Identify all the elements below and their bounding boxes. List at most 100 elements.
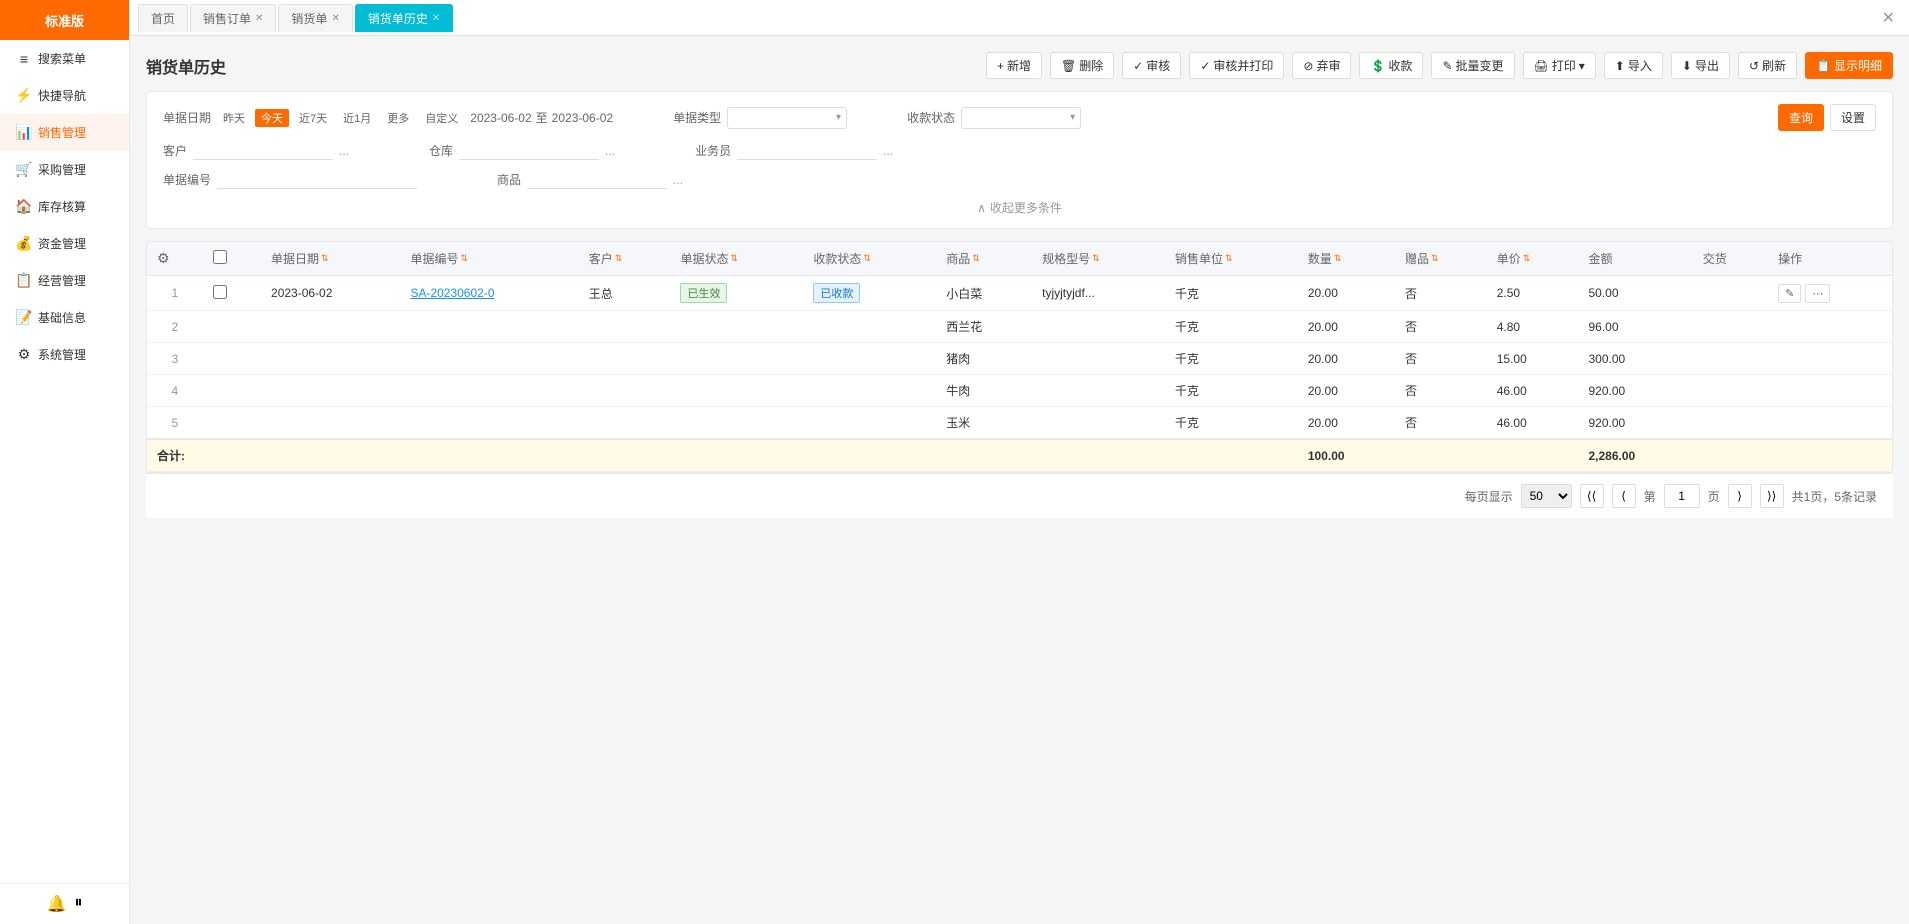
sidebar-item-operations[interactable]: 📋 经营管理 bbox=[0, 262, 129, 299]
tab-sales-history-close[interactable]: ✕ bbox=[432, 13, 440, 24]
filter-warehouse: 仓库 ... bbox=[429, 141, 615, 160]
doc-no-input[interactable] bbox=[217, 170, 417, 189]
row-gift: 否 bbox=[1395, 276, 1487, 311]
warehouse-dots[interactable]: ... bbox=[605, 144, 615, 158]
th-payment-status[interactable]: 收款状态⇅ bbox=[803, 242, 936, 276]
row-number: 1 bbox=[147, 276, 203, 311]
tab-sales-history-label: 销货单历史 bbox=[368, 10, 428, 27]
date-tab-yesterday[interactable]: 昨天 bbox=[217, 109, 251, 127]
row-goods: 西兰花 bbox=[936, 311, 1032, 343]
page-header: 销货单历史 + 新增 🗑 删除 ✓ 审核 ✓ 审核并打印 bbox=[146, 52, 1893, 79]
date-tab-1month[interactable]: 近1月 bbox=[337, 109, 377, 127]
export-button[interactable]: ⬇ 导出 bbox=[1671, 52, 1730, 79]
tab-bar-close-all[interactable]: ✕ bbox=[1876, 6, 1901, 30]
query-button[interactable]: 查询 bbox=[1778, 104, 1824, 131]
warehouse-label: 仓库 bbox=[429, 142, 453, 159]
more-button[interactable]: ⋯ bbox=[1805, 284, 1830, 303]
edit-button[interactable]: ✎ bbox=[1778, 284, 1801, 303]
th-doc-status[interactable]: 单据状态⇅ bbox=[670, 242, 803, 276]
table-settings-icon[interactable]: ⚙ bbox=[157, 250, 170, 266]
sidebar-item-inventory[interactable]: 🏠 库存核算 bbox=[0, 188, 129, 225]
customer-dots[interactable]: ... bbox=[339, 144, 349, 158]
batch-change-button[interactable]: ✎ 批量变更 bbox=[1431, 52, 1514, 79]
page-prefix: 第 bbox=[1644, 488, 1656, 505]
per-page-label: 每页显示 bbox=[1465, 488, 1513, 505]
row-price: 2.50 bbox=[1487, 276, 1579, 311]
prev-page-button[interactable]: ⟨ bbox=[1612, 484, 1636, 508]
base-info-icon: 📝 bbox=[16, 310, 32, 326]
th-price[interactable]: 单价⇅ bbox=[1487, 242, 1579, 276]
tab-sales-goods[interactable]: 销货单 ✕ bbox=[278, 4, 352, 32]
show-detail-button[interactable]: 📋 显示明细 bbox=[1805, 52, 1893, 79]
page-number-input[interactable] bbox=[1664, 484, 1700, 508]
summary-label: 合计: bbox=[147, 439, 261, 472]
audit-print-button[interactable]: ✓ 审核并打印 bbox=[1189, 52, 1284, 79]
th-goods[interactable]: 商品⇅ bbox=[936, 242, 1032, 276]
salesman-dots[interactable]: ... bbox=[883, 144, 893, 158]
pause-icon[interactable]: ⏸ bbox=[74, 894, 82, 914]
row-unit: 千克 bbox=[1165, 276, 1298, 311]
payment-button[interactable]: 💲 收款 bbox=[1359, 52, 1423, 79]
row-amount: 96.00 bbox=[1578, 311, 1692, 343]
date-tab-today[interactable]: 今天 bbox=[255, 109, 289, 127]
refresh-button[interactable]: ↺ 刷新 bbox=[1738, 52, 1797, 79]
salesman-input[interactable] bbox=[737, 141, 877, 160]
sidebar-item-purchase-mgmt[interactable]: 🛒 采购管理 bbox=[0, 151, 129, 188]
row-doc-date: 2023-06-02 bbox=[261, 276, 400, 311]
tab-sales-order[interactable]: 销售订单 ✕ bbox=[190, 4, 276, 32]
filter-doc-type: 单据类型 bbox=[673, 107, 847, 129]
th-settings[interactable]: ⚙ bbox=[147, 242, 203, 276]
select-all-checkbox[interactable] bbox=[213, 250, 227, 264]
next-page-button[interactable]: ⟩ bbox=[1728, 484, 1752, 508]
goods-input[interactable] bbox=[527, 170, 667, 189]
data-table-wrapper: ⚙ 单据日期⇅ 单据编号⇅ 客户⇅ 单据状态⇅ 收款状态⇅ 商品⇅ 规格型号⇅ … bbox=[146, 241, 1893, 473]
goods-dots[interactable]: ... bbox=[673, 173, 683, 187]
delete-button[interactable]: 🗑 删除 bbox=[1050, 52, 1114, 79]
row-action bbox=[1768, 343, 1892, 375]
sidebar-item-sales-mgmt[interactable]: 📊 销售管理 bbox=[0, 114, 129, 151]
new-icon: + bbox=[997, 59, 1004, 73]
new-button[interactable]: + 新增 bbox=[986, 52, 1042, 79]
th-customer[interactable]: 客户⇅ bbox=[579, 242, 671, 276]
sidebar-item-search-menu[interactable]: ≡ 搜索菜单 bbox=[0, 40, 129, 77]
sidebar-item-quick-nav[interactable]: ⚡ 快捷导航 bbox=[0, 77, 129, 114]
th-spec[interactable]: 规格型号⇅ bbox=[1032, 242, 1165, 276]
tab-sales-order-close[interactable]: ✕ bbox=[255, 13, 263, 24]
per-page-select[interactable]: 50 20 100 bbox=[1521, 484, 1572, 508]
doc-no-link[interactable]: SA-20230602-0 bbox=[410, 286, 494, 300]
notification-icon[interactable]: 🔔 bbox=[47, 894, 67, 914]
doc-type-select[interactable] bbox=[727, 107, 847, 129]
summary-amount: 2,286.00 bbox=[1578, 439, 1692, 472]
row-select-checkbox[interactable] bbox=[213, 285, 227, 299]
sidebar-item-finance[interactable]: 💰 资金管理 bbox=[0, 225, 129, 262]
payment-status-select[interactable] bbox=[961, 107, 1081, 129]
row-doc-no bbox=[400, 407, 578, 440]
tab-home[interactable]: 首页 bbox=[138, 4, 188, 32]
row-doc-date bbox=[261, 311, 400, 343]
th-doc-no[interactable]: 单据编号⇅ bbox=[400, 242, 578, 276]
print-button[interactable]: 🖨 打印 ▾ bbox=[1523, 52, 1596, 79]
date-tab-more[interactable]: 更多 bbox=[381, 109, 415, 127]
th-qty[interactable]: 数量⇅ bbox=[1298, 242, 1395, 276]
customer-input[interactable] bbox=[193, 141, 333, 160]
th-unit[interactable]: 销售单位⇅ bbox=[1165, 242, 1298, 276]
first-page-button[interactable]: ⟨⟨ bbox=[1580, 484, 1604, 508]
abandon-icon: ⊘ bbox=[1303, 59, 1313, 73]
tab-sales-history[interactable]: 销货单历史 ✕ bbox=[355, 4, 453, 32]
tab-sales-goods-label: 销货单 bbox=[291, 10, 327, 27]
abandon-button[interactable]: ⊘ 弃审 bbox=[1292, 52, 1351, 79]
th-gift[interactable]: 赠品⇅ bbox=[1395, 242, 1487, 276]
date-tab-7days[interactable]: 近7天 bbox=[293, 109, 333, 127]
sidebar-item-system-mgmt[interactable]: ⚙ 系统管理 bbox=[0, 336, 129, 373]
last-page-button[interactable]: ⟩⟩ bbox=[1760, 484, 1784, 508]
collapse-button[interactable]: ∧ 收起更多条件 bbox=[163, 199, 1876, 216]
date-tab-custom[interactable]: 自定义 bbox=[419, 109, 464, 127]
sidebar-item-base-info[interactable]: 📝 基础信息 bbox=[0, 299, 129, 336]
th-doc-date[interactable]: 单据日期⇅ bbox=[261, 242, 400, 276]
warehouse-input[interactable] bbox=[459, 141, 599, 160]
tab-sales-goods-close[interactable]: ✕ bbox=[331, 13, 339, 24]
audit-button[interactable]: ✓ 审核 bbox=[1122, 52, 1181, 79]
sidebar-logo: 标准版 bbox=[0, 0, 129, 40]
settings-filter-button[interactable]: 设置 bbox=[1830, 104, 1876, 131]
import-button[interactable]: ⬆ 导入 bbox=[1604, 52, 1663, 79]
